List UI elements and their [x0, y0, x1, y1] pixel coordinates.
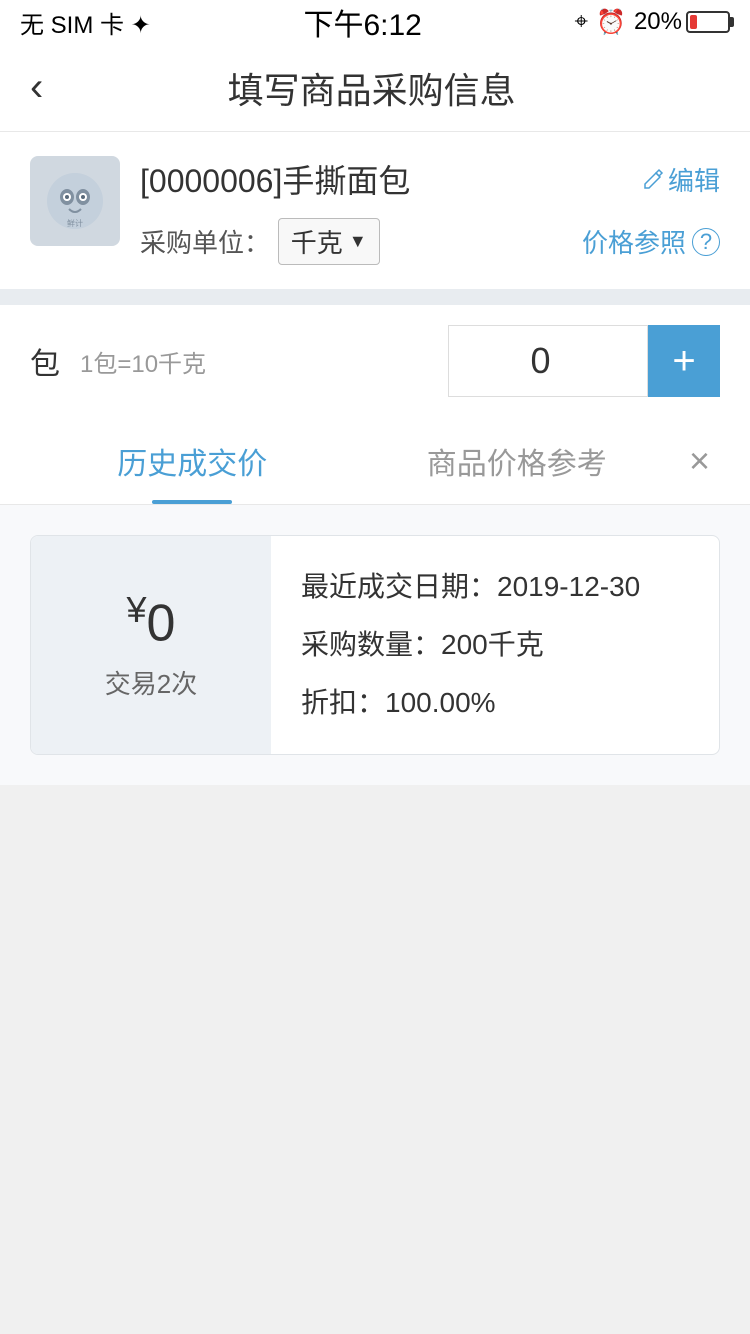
- battery-percent: 20%: [634, 8, 682, 36]
- edit-icon: [642, 168, 664, 190]
- history-price-value: ¥0: [127, 589, 176, 653]
- quantity-input-wrap: +: [448, 325, 720, 397]
- svg-text:鲜计: 鲜计: [67, 218, 83, 228]
- price-ref-help-icon: ?: [692, 228, 720, 256]
- battery-fill: [690, 15, 697, 29]
- product-card: 鲜计 [0000006]手撕面包 编辑 采购单位： 千克 ▼: [0, 132, 750, 289]
- unit-label-wrap: 采购单位： 千克 ▼: [140, 218, 380, 265]
- price-number: 0: [147, 595, 176, 653]
- tabs-row: 历史成交价 商品价格参考 ×: [0, 417, 750, 505]
- product-unit-row: 采购单位： 千克 ▼ 价格参照 ?: [140, 218, 720, 265]
- purchase-qty-row: 采购数量：200千克: [301, 624, 689, 666]
- status-bar: 无 SIM 卡 ✦ 下午6:12 ⌖ ⏰ 20%: [0, 0, 750, 44]
- tab-active-underline: [152, 500, 232, 504]
- back-button[interactable]: ‹: [30, 65, 43, 110]
- price-ref-button[interactable]: 价格参照 ?: [582, 223, 720, 260]
- product-name: [0000006]手撕面包: [140, 156, 410, 202]
- product-thumbnail: 鲜计: [30, 156, 120, 246]
- recent-date-value: 2019-12-30: [497, 571, 640, 602]
- tab-history-label: 历史成交价: [117, 439, 267, 483]
- unit-label: 采购单位：: [140, 228, 270, 258]
- bottom-panel: 历史成交价 商品价格参考 × ¥0 交易2次 最近成交日期：2019-12-30…: [0, 417, 750, 785]
- purchase-qty-label: 采购数量：: [301, 629, 441, 660]
- price-ref-label: 价格参照: [582, 223, 686, 260]
- history-details: 最近成交日期：2019-12-30 采购数量：200千克 折扣：100.00%: [271, 536, 719, 754]
- product-details: [0000006]手撕面包 编辑 采购单位： 千克 ▼ 价格参照 ?: [140, 156, 720, 265]
- tab-price-ref-label: 商品价格参考: [427, 439, 607, 483]
- sim-signal-text: 无 SIM 卡 ✦: [20, 5, 151, 40]
- location-icon: ⌖: [575, 8, 589, 36]
- alarm-icon: ⏰: [596, 8, 626, 37]
- edit-button[interactable]: 编辑: [642, 161, 720, 198]
- recent-date-label: 最近成交日期：: [301, 571, 497, 602]
- history-content: ¥0 交易2次 最近成交日期：2019-12-30 采购数量：200千克 折扣：…: [0, 505, 750, 785]
- nav-bar: ‹ 填写商品采购信息: [0, 44, 750, 132]
- edit-label: 编辑: [668, 161, 720, 198]
- unit-selector[interactable]: 千克 ▼: [278, 218, 380, 265]
- tab-close-button[interactable]: ×: [679, 430, 720, 492]
- battery-indicator: 20%: [634, 8, 730, 36]
- page-title: 填写商品采购信息: [63, 62, 680, 114]
- recent-date-row: 最近成交日期：2019-12-30: [301, 566, 689, 608]
- discount-value: 100.00%: [385, 687, 496, 718]
- quantity-conversion-hint: 1包=10千克: [80, 344, 206, 379]
- status-time: 下午6:12: [303, 0, 421, 44]
- section-divider: [0, 289, 750, 305]
- product-header: [0000006]手撕面包 编辑: [140, 156, 720, 202]
- trade-count: 交易2次: [105, 664, 197, 701]
- unit-value: 千克: [291, 223, 343, 260]
- currency-symbol: ¥: [127, 589, 147, 630]
- tab-history-price[interactable]: 历史成交价: [30, 417, 354, 504]
- purchase-qty-value: 200千克: [441, 629, 544, 660]
- battery-bar: [686, 11, 730, 33]
- dropdown-icon: ▼: [349, 231, 367, 252]
- discount-label: 折扣：: [301, 687, 385, 718]
- quantity-input[interactable]: [448, 325, 648, 397]
- history-card: ¥0 交易2次 最近成交日期：2019-12-30 采购数量：200千克 折扣：…: [30, 535, 720, 755]
- product-thumb-icon: 鲜计: [45, 171, 105, 231]
- discount-row: 折扣：100.00%: [301, 682, 689, 724]
- history-price-summary: ¥0 交易2次: [31, 536, 271, 754]
- status-left: 无 SIM 卡 ✦: [20, 5, 151, 40]
- quantity-unit-label: 包: [30, 339, 60, 383]
- quantity-row: 包 1包=10千克 +: [0, 305, 750, 417]
- quantity-plus-button[interactable]: +: [648, 325, 720, 397]
- status-right: ⌖ ⏰ 20%: [575, 8, 730, 37]
- tab-price-reference[interactable]: 商品价格参考: [354, 417, 678, 504]
